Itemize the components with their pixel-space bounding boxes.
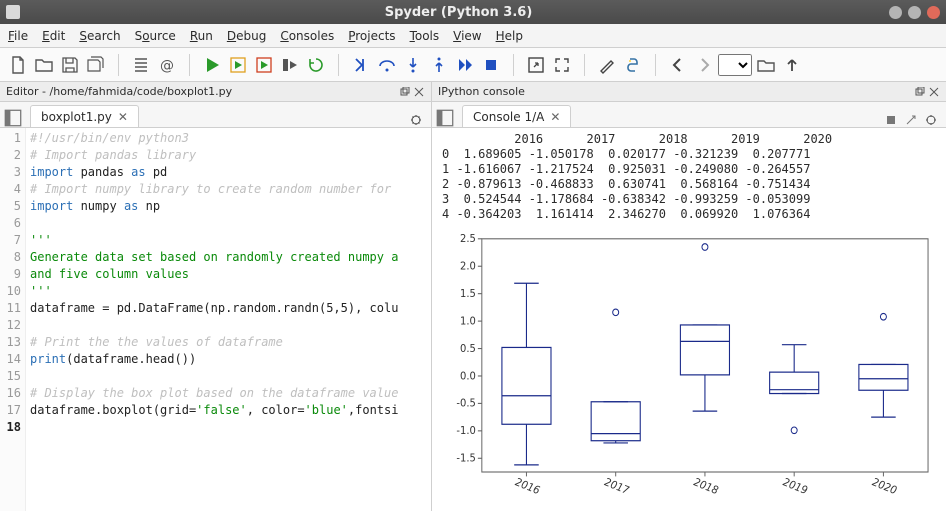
svg-text:2.5: 2.5: [460, 233, 476, 246]
menu-view[interactable]: View: [453, 29, 481, 43]
forward-button[interactable]: [692, 53, 716, 77]
menu-run[interactable]: Run: [190, 29, 213, 43]
app-icon: [6, 5, 20, 19]
stop-debug-button[interactable]: [479, 53, 503, 77]
browse-dir-button[interactable]: [754, 53, 778, 77]
svg-text:-1.5: -1.5: [456, 452, 475, 465]
save-button[interactable]: [58, 53, 82, 77]
editor-tab-close-icon[interactable]: ✕: [118, 110, 128, 124]
console-options-icon[interactable]: [924, 113, 938, 127]
run-selection-button[interactable]: [278, 53, 302, 77]
svg-text:1.0: 1.0: [460, 315, 476, 328]
editor-close-icon[interactable]: [413, 86, 425, 98]
svg-text:2018: 2018: [692, 476, 720, 498]
boxplot-chart: -1.5 -1.0 -0.5 0.0 0.5 1.0 1.5 2.0 2.5 2016 2017 20…: [440, 230, 938, 505]
svg-text:2020: 2020: [871, 476, 899, 498]
fullscreen-button[interactable]: [550, 53, 574, 77]
console-restore-icon[interactable]: [914, 86, 926, 98]
svg-text:2.0: 2.0: [460, 260, 476, 273]
toolbar: @: [0, 48, 946, 82]
maximize-button[interactable]: [908, 6, 921, 19]
console-stop-icon[interactable]: [884, 113, 898, 127]
python-path-button[interactable]: [621, 53, 645, 77]
svg-text:-0.5: -0.5: [456, 397, 475, 410]
menu-help[interactable]: Help: [496, 29, 523, 43]
preferences-button[interactable]: [595, 53, 619, 77]
editor-dock-icon[interactable]: [4, 109, 22, 127]
svg-text:2016: 2016: [514, 476, 542, 498]
svg-text:@: @: [160, 58, 174, 74]
step-out-button[interactable]: [427, 53, 451, 77]
svg-text:2017: 2017: [603, 476, 631, 498]
console-output[interactable]: 2016 2017 2018 2019 2020 0 1.689605 -1.0…: [432, 128, 946, 511]
menubar: File Edit Search Source Run Debug Consol…: [0, 24, 946, 48]
titlebar: Spyder (Python 3.6): [0, 0, 946, 24]
editor-tab[interactable]: boxplot1.py ✕: [30, 105, 139, 127]
console-tab-close-icon[interactable]: ✕: [550, 110, 560, 124]
console-pane-title: IPython console: [438, 85, 525, 98]
editor-options-icon[interactable]: [409, 113, 423, 127]
close-button[interactable]: [927, 6, 940, 19]
outline-button[interactable]: [129, 53, 153, 77]
console-dock-icon[interactable]: [436, 109, 454, 127]
menu-debug[interactable]: Debug: [227, 29, 266, 43]
console-clear-icon[interactable]: [904, 113, 918, 127]
code-editor[interactable]: 1 2 3 4 5 6 7 8 9 10 11 12 13 14 15 16 1…: [0, 128, 431, 511]
console-pane: IPython console Console 1/A ✕ 2016 2017 …: [432, 82, 946, 511]
console-close-icon[interactable]: [928, 86, 940, 98]
svg-text:2019: 2019: [781, 476, 809, 498]
svg-text:1.5: 1.5: [460, 288, 476, 301]
console-tab-label: Console 1/A: [473, 110, 544, 124]
at-button[interactable]: @: [155, 53, 179, 77]
menu-edit[interactable]: Edit: [42, 29, 65, 43]
continue-button[interactable]: [453, 53, 477, 77]
dataframe-output: 2016 2017 2018 2019 2020 0 1.689605 -1.0…: [432, 128, 946, 228]
step-over-button[interactable]: [375, 53, 399, 77]
rerun-button[interactable]: [304, 53, 328, 77]
maximize-pane-button[interactable]: [524, 53, 548, 77]
menu-consoles[interactable]: Consoles: [280, 29, 334, 43]
menu-tools[interactable]: Tools: [410, 29, 440, 43]
main-area: Editor - /home/fahmida/code/boxplot1.py …: [0, 82, 946, 511]
debug-button[interactable]: [349, 53, 373, 77]
parent-dir-button[interactable]: [780, 53, 804, 77]
svg-text:0.0: 0.0: [460, 370, 476, 383]
save-all-button[interactable]: [84, 53, 108, 77]
menu-search[interactable]: Search: [79, 29, 120, 43]
console-tab[interactable]: Console 1/A ✕: [462, 105, 571, 127]
run-cell-advance-button[interactable]: [252, 53, 276, 77]
editor-tab-label: boxplot1.py: [41, 110, 112, 124]
working-dir-select[interactable]: [718, 54, 752, 76]
run-button[interactable]: [200, 53, 224, 77]
window-title: Spyder (Python 3.6): [28, 5, 889, 20]
editor-restore-icon[interactable]: [399, 86, 411, 98]
svg-text:-1.0: -1.0: [456, 425, 475, 438]
editor-pane-title: Editor - /home/fahmida/code/boxplot1.py: [6, 85, 232, 98]
open-file-button[interactable]: [32, 53, 56, 77]
back-button[interactable]: [666, 53, 690, 77]
menu-projects[interactable]: Projects: [348, 29, 395, 43]
editor-pane: Editor - /home/fahmida/code/boxplot1.py …: [0, 82, 432, 511]
run-cell-button[interactable]: [226, 53, 250, 77]
new-file-button[interactable]: [6, 53, 30, 77]
menu-source[interactable]: Source: [135, 29, 176, 43]
minimize-button[interactable]: [889, 6, 902, 19]
svg-text:0.5: 0.5: [460, 342, 476, 355]
menu-file[interactable]: File: [8, 29, 28, 43]
step-into-button[interactable]: [401, 53, 425, 77]
